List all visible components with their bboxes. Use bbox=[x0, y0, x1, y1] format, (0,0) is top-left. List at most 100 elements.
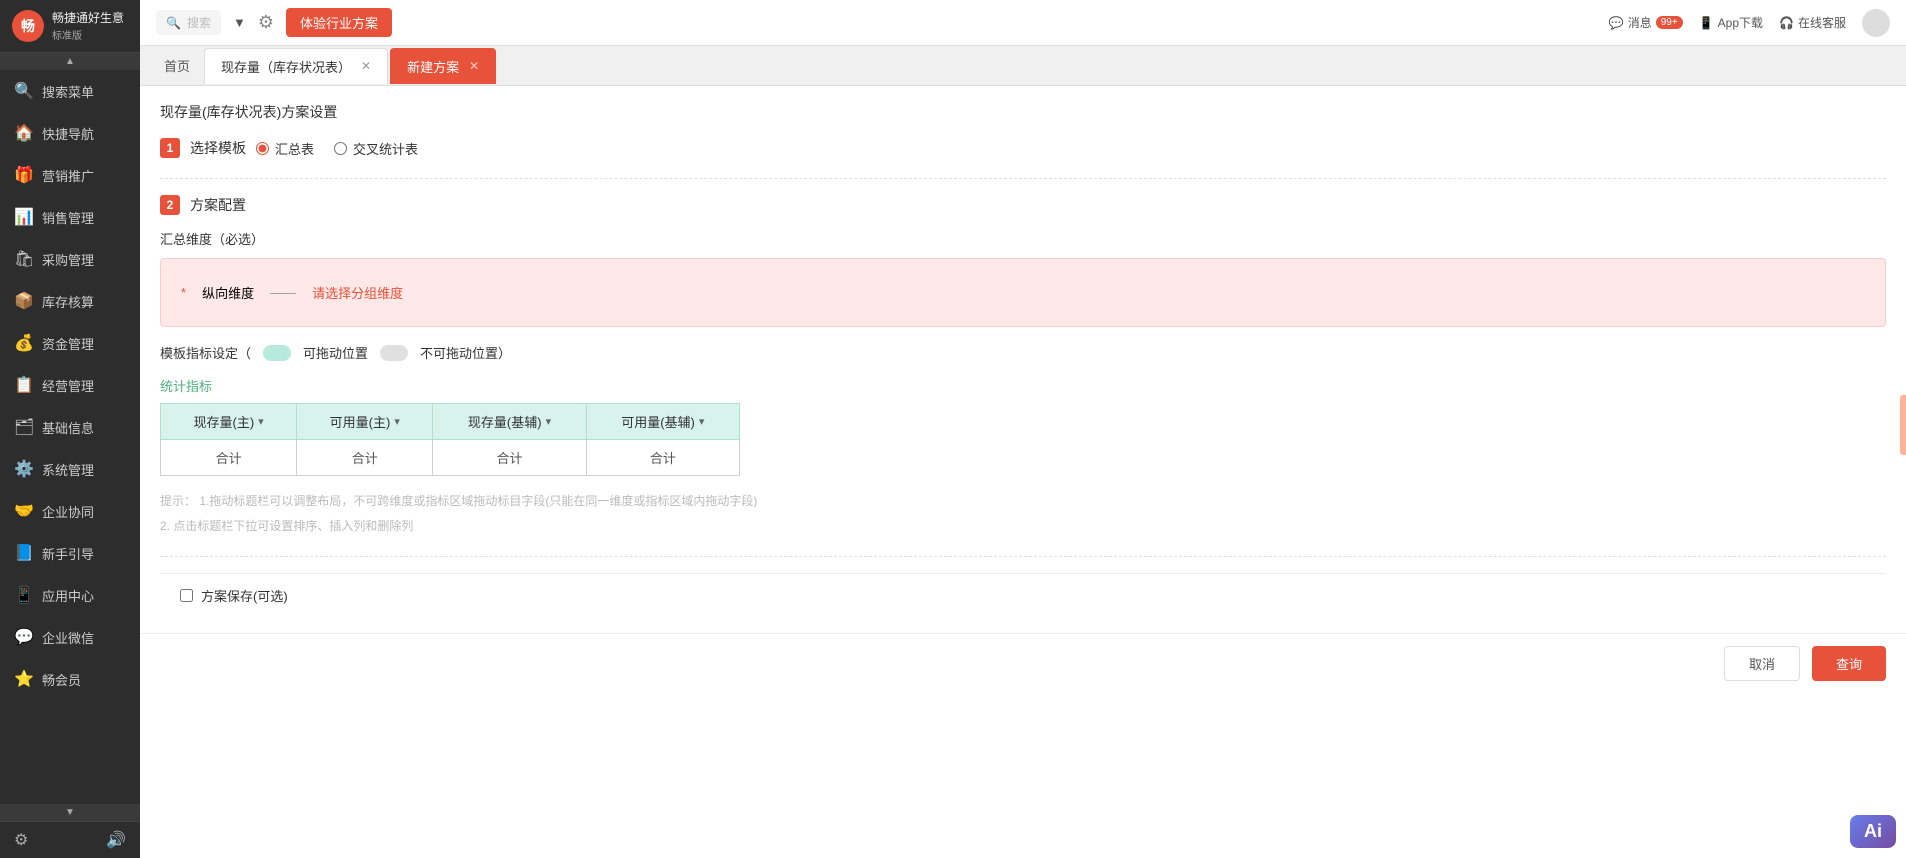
sidebar-item-wechat[interactable]: 💬 企业微信 bbox=[0, 616, 140, 658]
headset-icon: 🎧 bbox=[1779, 16, 1794, 30]
search-nav-icon: 🔍 bbox=[14, 81, 34, 101]
sidebar-item-inventory[interactable]: 📦 库存核算 bbox=[0, 280, 140, 322]
topbar: 🔍 搜索 ▼ ⚙ 体验行业方案 💬 消息 99+ 📱 App下载 🎧 在线客服 bbox=[140, 0, 1906, 46]
sidebar-item-operations[interactable]: 📋 经营管理 bbox=[0, 364, 140, 406]
divider1 bbox=[160, 178, 1886, 179]
sidebar-item-quick-nav[interactable]: 🏠 快捷导航 bbox=[0, 112, 140, 154]
topbar-dropdown[interactable]: ▼ bbox=[233, 15, 246, 30]
topbar-settings-icon[interactable]: ⚙ bbox=[258, 12, 274, 33]
sidebar-item-app-center[interactable]: 📱 应用中心 bbox=[0, 574, 140, 616]
gear-icon: ⚙️ bbox=[14, 459, 34, 479]
avatar[interactable] bbox=[1862, 9, 1890, 37]
sidebar-item-member[interactable]: ⭐ 畅会员 bbox=[0, 658, 140, 700]
sidebar-scroll-down[interactable]: ▼ bbox=[0, 804, 140, 821]
sidebar-item-search[interactable]: 🔍 搜索菜单 bbox=[0, 70, 140, 112]
content-area: 现存量(库存状况表)方案设置 1 选择模板 汇总表 交叉统计表 bbox=[140, 86, 1906, 858]
sound-icon[interactable]: 🔊 bbox=[106, 830, 126, 850]
col-header-3[interactable]: 可用量(基辅) ▾ bbox=[586, 404, 739, 440]
sidebar-scroll-up[interactable]: ▲ bbox=[0, 53, 140, 70]
wechat-icon: 💬 bbox=[14, 627, 34, 647]
tab-new-plan[interactable]: 新建方案 ✕ bbox=[390, 48, 496, 84]
template-radio-group: 汇总表 交叉统计表 bbox=[256, 139, 418, 158]
dim-placeholder[interactable]: 请选择分组维度 bbox=[312, 283, 403, 302]
radio-cross-input[interactable] bbox=[334, 142, 347, 155]
cell-2: 合计 bbox=[433, 440, 586, 476]
dropdown-chevron-icon: ▼ bbox=[233, 15, 246, 30]
clipboard-icon: 📋 bbox=[14, 375, 34, 395]
sidebar: 畅 畅捷通好生意 标准版 ▲ 🔍 搜索菜单 🏠 快捷导航 🎁 营销推广 📊 销售… bbox=[0, 0, 140, 858]
sidebar-item-sales[interactable]: 📊 销售管理 bbox=[0, 196, 140, 238]
app-download-btn[interactable]: 📱 App下载 bbox=[1699, 14, 1763, 31]
action-bar: 取消 查询 bbox=[140, 633, 1906, 693]
sidebar-item-basic[interactable]: 🗂 基础信息 bbox=[0, 406, 140, 448]
message-badge: 99+ bbox=[1656, 16, 1683, 29]
vertical-dim-label: 纵向维度 bbox=[202, 283, 254, 302]
sidebar-nav: 🔍 搜索菜单 🏠 快捷导航 🎁 营销推广 📊 销售管理 🛍 采购管理 📦 库存核… bbox=[0, 70, 140, 804]
query-button[interactable]: 查询 bbox=[1812, 646, 1886, 681]
topbar-search[interactable]: 🔍 搜索 bbox=[156, 10, 221, 35]
col-header-1[interactable]: 可用量(主) ▾ bbox=[297, 404, 433, 440]
sidebar-item-newbie[interactable]: 📘 新手引导 bbox=[0, 532, 140, 574]
col-chevron-1: ▾ bbox=[394, 415, 400, 428]
step2-section: 2 方案配置 汇总维度（必选） * 纵向维度 —— 请选择分组维度 模板指标设定… bbox=[160, 195, 1886, 536]
message-icon: 💬 bbox=[1609, 16, 1624, 30]
logo-area: 畅 畅捷通好生意 标准版 bbox=[0, 0, 140, 53]
step2-header: 2 方案配置 bbox=[160, 195, 1886, 215]
search-text: 搜索 bbox=[187, 14, 211, 31]
phone-download-icon: 📱 bbox=[1699, 16, 1714, 30]
message-btn[interactable]: 💬 消息 99+ bbox=[1609, 14, 1683, 31]
step1-title: 选择模板 bbox=[190, 138, 246, 158]
handshake-icon: 🤝 bbox=[14, 501, 34, 521]
tab-new-plan-close-icon[interactable]: ✕ bbox=[469, 59, 479, 73]
trial-btn[interactable]: 体验行业方案 bbox=[286, 8, 392, 37]
money-icon: 💰 bbox=[14, 333, 34, 353]
box-icon: 📦 bbox=[14, 291, 34, 311]
sidebar-item-system[interactable]: ⚙️ 系统管理 bbox=[0, 448, 140, 490]
bag-icon: 🛍 bbox=[14, 249, 34, 269]
cell-1: 合计 bbox=[297, 440, 433, 476]
ai-badge[interactable]: Ai bbox=[1850, 815, 1896, 848]
cell-3: 合计 bbox=[586, 440, 739, 476]
star-icon: ⭐ bbox=[14, 669, 34, 689]
save-row: 方案保存(可选) bbox=[160, 573, 1886, 617]
col-chevron-2: ▾ bbox=[546, 415, 552, 428]
col-header-0[interactable]: 现存量(主) ▾ bbox=[161, 404, 297, 440]
radio-summary-input[interactable] bbox=[256, 142, 269, 155]
app-name: 畅捷通好生意 bbox=[52, 10, 124, 27]
divider2 bbox=[160, 556, 1886, 557]
settings-bottom-icon[interactable]: ⚙ bbox=[14, 830, 28, 850]
book-icon: 📘 bbox=[14, 543, 34, 563]
sidebar-item-cooperation[interactable]: 🤝 企业协同 bbox=[0, 490, 140, 532]
online-service-btn[interactable]: 🎧 在线客服 bbox=[1779, 14, 1846, 31]
main-area: 🔍 搜索 ▼ ⚙ 体验行业方案 💬 消息 99+ 📱 App下载 🎧 在线客服 bbox=[140, 0, 1906, 858]
sidebar-item-finance[interactable]: 💰 资金管理 bbox=[0, 322, 140, 364]
search-icon: 🔍 bbox=[166, 16, 181, 30]
tips-section: 提示： 1.拖动标题栏可以调整布局，不可跨维度或指标区域拖动标目字段(只能在同一… bbox=[160, 492, 1886, 536]
save-checkbox[interactable] bbox=[180, 589, 193, 602]
step1-section: 1 选择模板 汇总表 交叉统计表 bbox=[160, 138, 1886, 158]
step2-number: 2 bbox=[160, 195, 180, 215]
home-icon: 🏠 bbox=[14, 123, 34, 143]
phone-icon: 📱 bbox=[14, 585, 34, 605]
radio-summary[interactable]: 汇总表 bbox=[256, 139, 314, 158]
tab-inventory-status[interactable]: 现存量（库存状况表） ✕ bbox=[204, 48, 388, 84]
radio-cross[interactable]: 交叉统计表 bbox=[334, 139, 418, 158]
dim-arrow: —— bbox=[270, 285, 296, 300]
col-chevron-3: ▾ bbox=[699, 415, 705, 428]
dimension-row: * 纵向维度 —— 请选择分组维度 bbox=[181, 283, 1865, 302]
sidebar-item-purchase[interactable]: 🛍 采购管理 bbox=[0, 238, 140, 280]
stats-table: 现存量(主) ▾ 可用量(主) ▾ bbox=[160, 403, 740, 476]
tab-inventory-close-icon[interactable]: ✕ bbox=[361, 59, 371, 73]
col-header-2[interactable]: 现存量(基辅) ▾ bbox=[433, 404, 586, 440]
page-title: 现存量(库存状况表)方案设置 bbox=[160, 102, 1886, 122]
save-label: 方案保存(可选) bbox=[201, 586, 288, 605]
sidebar-item-marketing[interactable]: 🎁 营销推广 bbox=[0, 154, 140, 196]
tip-line-1: 2. 点击标题栏下拉可设置排序、插入列和删除列 bbox=[160, 517, 1886, 536]
tab-home[interactable]: 首页 bbox=[152, 48, 202, 83]
gift-icon: 🎁 bbox=[14, 165, 34, 185]
app-edition: 标准版 bbox=[52, 27, 124, 42]
logo-icon: 畅 bbox=[12, 10, 44, 42]
required-mark: * bbox=[181, 285, 186, 300]
cancel-button[interactable]: 取消 bbox=[1724, 646, 1800, 681]
step1-number: 1 bbox=[160, 138, 180, 158]
